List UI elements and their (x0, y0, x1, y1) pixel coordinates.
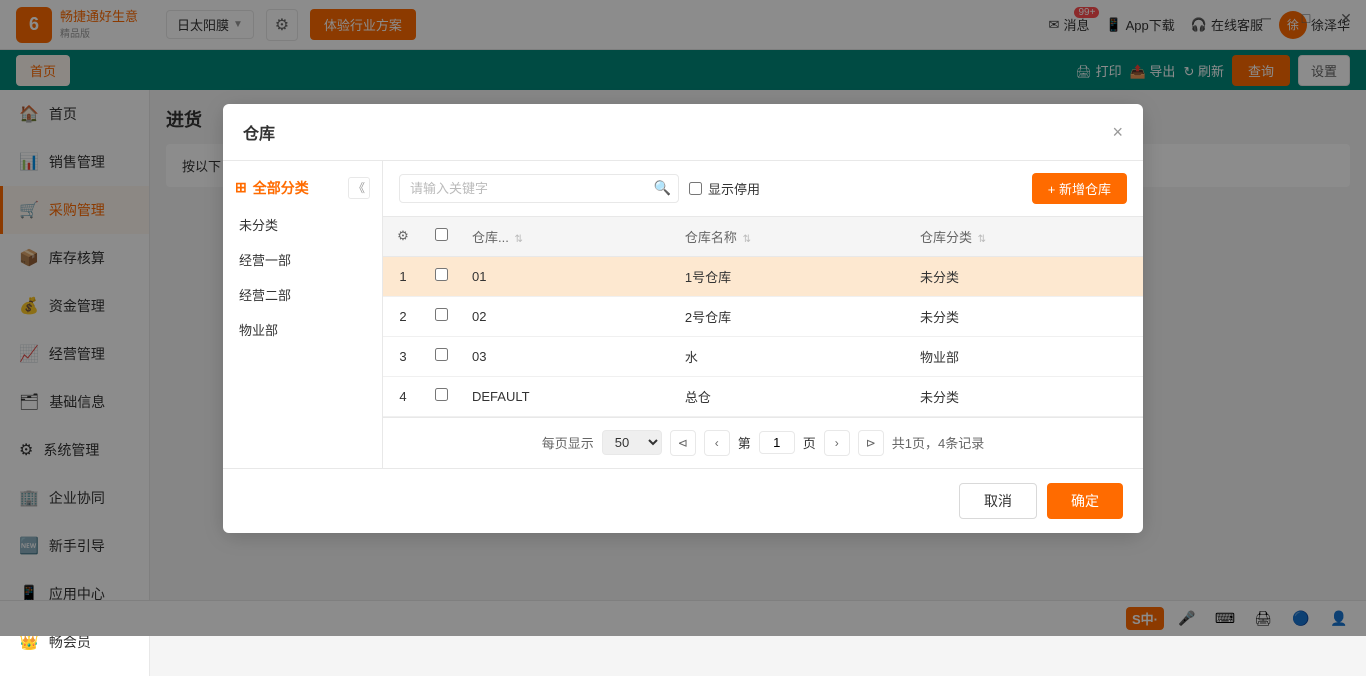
page-number-input[interactable] (759, 431, 795, 454)
row-index: 2 (383, 296, 423, 336)
row-index: 1 (383, 256, 423, 296)
modal-body: ⊞ 全部分类 《 未分类 经营一部 经营二部 物业部 🔍 (223, 161, 1143, 468)
row-checkbox[interactable] (435, 388, 448, 401)
row-index: 3 (383, 336, 423, 376)
sort-icon-category: ⇅ (978, 234, 986, 245)
sort-icon-code: ⇅ (514, 234, 522, 245)
table-row[interactable]: 4 DEFAULT 总仓 未分类 (383, 376, 1143, 416)
show-disabled-checkbox[interactable] (689, 182, 702, 195)
modal-footer: 取消 确定 (223, 468, 1143, 533)
category-item-1[interactable]: 经营一部 (223, 242, 382, 277)
row-category: 未分类 (908, 296, 1143, 336)
table-header-row: ⚙ 仓库... ⇅ 仓库名称 (383, 217, 1143, 257)
search-input[interactable] (399, 174, 679, 203)
confirm-button[interactable]: 确定 (1047, 483, 1123, 519)
row-checkbox[interactable] (435, 308, 448, 321)
row-checkbox-cell (423, 376, 460, 416)
next-page-btn[interactable]: › (824, 430, 850, 456)
row-checkbox-cell (423, 336, 460, 376)
per-page-select[interactable]: 50 10 20 100 (602, 430, 662, 455)
per-page-label: 每页显示 (542, 433, 594, 452)
modal-title: 仓库 (243, 120, 275, 144)
modal-close-btn[interactable]: × (1112, 123, 1123, 141)
collapse-btn[interactable]: 《 (348, 177, 370, 199)
category-item-2[interactable]: 经营二部 (223, 277, 382, 312)
col-category: 仓库分类 ⇅ (908, 217, 1143, 257)
category-item-3[interactable]: 物业部 (223, 312, 382, 347)
row-index: 4 (383, 376, 423, 416)
table-container: ⚙ 仓库... ⇅ 仓库名称 (383, 217, 1143, 417)
row-name: 1号仓库 (673, 256, 908, 296)
page-unit: 页 (803, 433, 816, 452)
show-disabled-text: 显示停用 (708, 179, 760, 198)
prev-page-btn[interactable]: ‹ (704, 430, 730, 456)
row-name: 总仓 (673, 376, 908, 416)
search-wrap: 🔍 (399, 174, 679, 203)
category-all-btn[interactable]: ⊞ 全部分类 (235, 178, 309, 198)
category-panel: ⊞ 全部分类 《 未分类 经营一部 经营二部 物业部 (223, 161, 383, 468)
row-category: 物业部 (908, 336, 1143, 376)
col-checkbox (423, 217, 460, 257)
new-warehouse-btn[interactable]: + 新增仓库 (1032, 173, 1127, 204)
row-name: 2号仓库 (673, 296, 908, 336)
row-checkbox-cell (423, 256, 460, 296)
category-header: ⊞ 全部分类 《 (223, 169, 382, 207)
warehouse-table: ⚙ 仓库... ⇅ 仓库名称 (383, 217, 1143, 417)
table-row[interactable]: 3 03 水 物业部 (383, 336, 1143, 376)
row-checkbox[interactable] (435, 348, 448, 361)
row-code: 01 (460, 256, 673, 296)
grid-icon: ⊞ (235, 179, 247, 196)
table-row[interactable]: 2 02 2号仓库 未分类 (383, 296, 1143, 336)
sidebar-bottom: ⚙ 🔊 (0, 666, 149, 676)
cancel-button[interactable]: 取消 (959, 483, 1037, 519)
select-all-checkbox[interactable] (435, 228, 448, 241)
table-toolbar: 🔍 显示停用 + 新增仓库 (383, 161, 1143, 217)
row-category: 未分类 (908, 376, 1143, 416)
row-code: DEFAULT (460, 376, 673, 416)
pagination: 每页显示 50 10 20 100 ⊲ ‹ 第 页 › ⊳ 共1页，4条记录 (383, 417, 1143, 468)
warehouse-modal: 仓库 × ⊞ 全部分类 《 未分类 经营一部 经营二部 物业部 (223, 104, 1143, 533)
row-code: 02 (460, 296, 673, 336)
sort-icon-name: ⇅ (743, 234, 751, 245)
row-name: 水 (673, 336, 908, 376)
col-name: 仓库名称 ⇅ (673, 217, 908, 257)
row-checkbox[interactable] (435, 268, 448, 281)
col-code: 仓库... ⇅ (460, 217, 673, 257)
row-category: 未分类 (908, 256, 1143, 296)
settings-icon[interactable]: ⚙ (397, 228, 409, 243)
table-row[interactable]: 1 01 1号仓库 未分类 (383, 256, 1143, 296)
col-settings: ⚙ (383, 217, 423, 257)
row-code: 03 (460, 336, 673, 376)
table-panel: 🔍 显示停用 + 新增仓库 ⚙ (383, 161, 1143, 468)
category-item-0[interactable]: 未分类 (223, 207, 382, 242)
row-checkbox-cell (423, 296, 460, 336)
search-icon[interactable]: 🔍 (654, 180, 671, 197)
show-disabled-label: 显示停用 (689, 179, 760, 198)
page-label: 第 (738, 433, 751, 452)
category-all-label: 全部分类 (253, 178, 309, 198)
first-page-btn[interactable]: ⊲ (670, 430, 696, 456)
last-page-btn[interactable]: ⊳ (858, 430, 884, 456)
total-info: 共1页，4条记录 (892, 433, 984, 452)
modal-header: 仓库 × (223, 104, 1143, 161)
modal-overlay: 仓库 × ⊞ 全部分类 《 未分类 经营一部 经营二部 物业部 (0, 0, 1366, 636)
